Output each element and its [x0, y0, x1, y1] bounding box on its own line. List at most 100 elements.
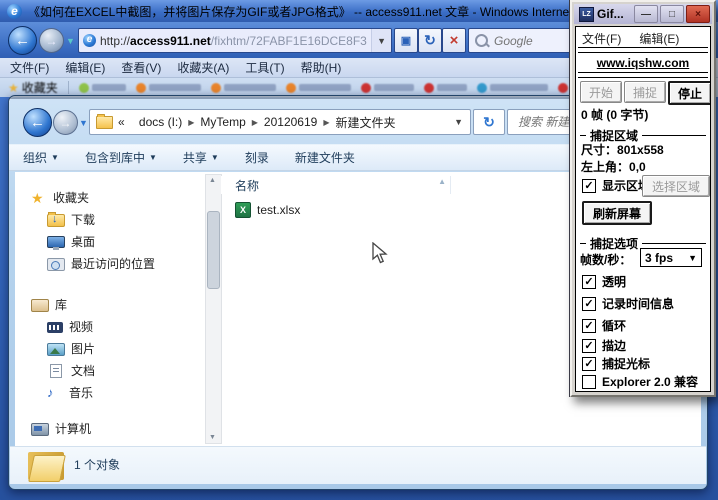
scrollbar-thumb[interactable] — [207, 211, 220, 289]
sidebar-item-recent-places[interactable]: 最近访问的位置 — [47, 255, 155, 272]
chevron-right-icon: ▶ — [251, 117, 258, 127]
chevron-down-icon: ▼ — [688, 252, 697, 263]
scale-select[interactable]: 100%▼ — [642, 391, 702, 392]
timestamp-checkbox[interactable]: ✓ 记录时间信息 — [582, 295, 674, 312]
minimize-button[interactable]: — — [634, 5, 658, 23]
breadcrumb-item-mytemp[interactable]: MyTemp — [200, 115, 245, 129]
checkbox-icon[interactable]: ✓ — [582, 356, 596, 371]
stop-button[interactable]: 停止 — [668, 81, 710, 105]
capture-cursor-checkbox[interactable]: ✓ 捕捉光标 — [582, 355, 650, 372]
include-in-library-button[interactable]: 包含到库中 ▼ — [85, 149, 157, 166]
favorites-bar-item[interactable] — [476, 82, 548, 93]
favicon — [135, 82, 146, 93]
share-button[interactable]: 共享 ▼ — [183, 149, 219, 166]
explorer2-checkbox[interactable]: Explorer 2.0 兼容 — [582, 373, 698, 390]
refresh-icon: ↻ — [424, 32, 436, 48]
fps-select[interactable]: 3 fps ▼ — [640, 248, 702, 267]
libraries-icon — [31, 299, 49, 312]
maximize-icon: □ — [668, 8, 676, 20]
checkbox-icon[interactable]: ✓ — [582, 178, 596, 193]
scroll-down-icon[interactable]: ▼ — [206, 434, 219, 441]
maximize-button[interactable]: □ — [660, 5, 684, 23]
downloads-icon — [47, 212, 65, 227]
column-header-name[interactable]: 名称 ▲ — [221, 176, 451, 194]
ie-stop-button[interactable]: × — [442, 28, 466, 53]
sidebar-item-documents[interactable]: 文档 — [47, 362, 95, 379]
show-region-checkbox[interactable]: ✓ 显示区域 — [582, 177, 650, 194]
gif-menu-file[interactable]: 文件(F) — [582, 30, 621, 47]
favorites-bar-item[interactable] — [285, 82, 351, 93]
breadcrumb-item-date[interactable]: 20120619 — [264, 115, 317, 129]
burn-button[interactable]: 刻录 — [245, 149, 269, 166]
explorer-history-dropdown-icon[interactable]: ▼ — [79, 118, 88, 128]
back-arrow-icon: ← — [15, 32, 30, 49]
explorer-back-button[interactable]: ← — [23, 108, 52, 137]
excel-file-icon: X — [235, 202, 251, 218]
checkbox-icon[interactable]: ✓ — [582, 318, 596, 333]
menu-favorites[interactable]: 收藏夹(A) — [177, 59, 229, 76]
sort-arrow-icon: ▲ — [438, 177, 446, 186]
select-region-button[interactable]: 选择区域 — [642, 175, 710, 197]
explorer-forward-button[interactable]: → — [53, 110, 78, 135]
checkbox-icon[interactable]: ✓ — [582, 338, 596, 353]
ie-search-box[interactable] — [468, 28, 578, 53]
ie-search-input[interactable] — [492, 32, 566, 49]
breadcrumb-item-docs[interactable]: docs (I:) — [139, 115, 182, 129]
sidebar-item-libraries[interactable]: 库 — [31, 296, 67, 313]
organize-button[interactable]: 组织 ▼ — [23, 149, 59, 166]
menu-edit[interactable]: 编辑(E) — [65, 59, 105, 76]
ie-go-button[interactable]: ▣ — [394, 28, 418, 53]
loop-checkbox[interactable]: ✓ 循环 — [582, 317, 626, 334]
star-icon: ★ — [8, 80, 19, 95]
sidebar-item-local-disk-c[interactable]: 本地磁盘 (C:) — [47, 442, 142, 444]
desktop-icon — [47, 236, 65, 250]
favorites-bar-item[interactable] — [135, 82, 201, 93]
breadcrumb-overflow[interactable]: « — [118, 115, 125, 129]
sidebar-item-videos[interactable]: 视频 — [47, 318, 93, 335]
favorites-bar-item[interactable] — [210, 82, 276, 93]
breadcrumb-dropdown-icon[interactable]: ▼ — [454, 117, 470, 127]
ie-back-button[interactable]: ← — [8, 26, 37, 55]
scroll-up-icon[interactable]: ▲ — [206, 177, 219, 184]
breadcrumb-item-newfolder[interactable]: 新建文件夹 — [335, 114, 395, 131]
checkbox-icon[interactable]: ✓ — [582, 274, 596, 289]
start-button[interactable]: 开始 — [580, 81, 622, 103]
favorites-button[interactable]: ★ 收藏夹 — [8, 79, 58, 96]
outline-checkbox[interactable]: ✓ 描边 — [582, 337, 626, 354]
refresh-screen-button[interactable]: 刷新屏幕 — [582, 201, 652, 225]
transparent-checkbox[interactable]: ✓ 透明 — [582, 273, 626, 290]
menu-view[interactable]: 查看(V) — [121, 59, 161, 76]
ie-forward-button[interactable]: → — [39, 28, 64, 53]
menu-file[interactable]: 文件(F) — [10, 59, 49, 76]
capture-button[interactable]: 捕捉 — [624, 81, 666, 103]
file-item-test-xlsx[interactable]: X test.xlsx — [235, 202, 300, 218]
ie-address-bar[interactable]: e http://access911.net/fixhtm/72FABF1E16… — [78, 28, 392, 53]
checkbox-icon[interactable]: ✓ — [582, 296, 596, 311]
sidebar-item-downloads[interactable]: 下载 — [47, 211, 95, 228]
explorer-refresh-button[interactable]: ↻ — [473, 109, 505, 135]
sidebar-item-music[interactable]: ♪ 音乐 — [47, 384, 93, 401]
sidebar-scrollbar[interactable]: ▲ ▼ — [205, 174, 222, 444]
details-pane: 1 个对象 — [10, 446, 706, 484]
sidebar-item-favorites[interactable]: ★ 收藏夹 — [31, 189, 89, 206]
address-dropdown-icon[interactable]: ▼ — [371, 29, 391, 52]
close-button[interactable]: × — [686, 5, 710, 23]
new-folder-button[interactable]: 新建文件夹 — [295, 149, 355, 166]
breadcrumb[interactable]: « docs (I:) ▶ MyTemp ▶ 20120619 ▶ 新建文件夹 … — [89, 109, 471, 135]
favorites-bar-item[interactable] — [360, 82, 414, 93]
music-icon: ♪ — [47, 384, 54, 400]
menu-help[interactable]: 帮助(H) — [301, 59, 342, 76]
ie-refresh-button[interactable]: ↻ — [418, 28, 442, 53]
gif-menu-edit[interactable]: 编辑(E) — [639, 30, 679, 47]
menu-tools[interactable]: 工具(T) — [245, 59, 284, 76]
divider — [578, 72, 708, 78]
fps-label: 帧数/秒： — [580, 253, 632, 267]
favorites-bar-item[interactable] — [423, 82, 467, 93]
sidebar-item-desktop[interactable]: 桌面 — [47, 233, 95, 250]
checkbox-icon[interactable] — [582, 374, 596, 389]
ie-history-dropdown-icon[interactable]: ▼ — [66, 36, 75, 46]
sidebar-item-computer[interactable]: 计算机 — [31, 420, 91, 437]
favorites-bar-item[interactable] — [78, 82, 126, 93]
sidebar-item-pictures[interactable]: 图片 — [47, 340, 95, 357]
website-link[interactable]: www.iqshw.com — [576, 56, 710, 70]
